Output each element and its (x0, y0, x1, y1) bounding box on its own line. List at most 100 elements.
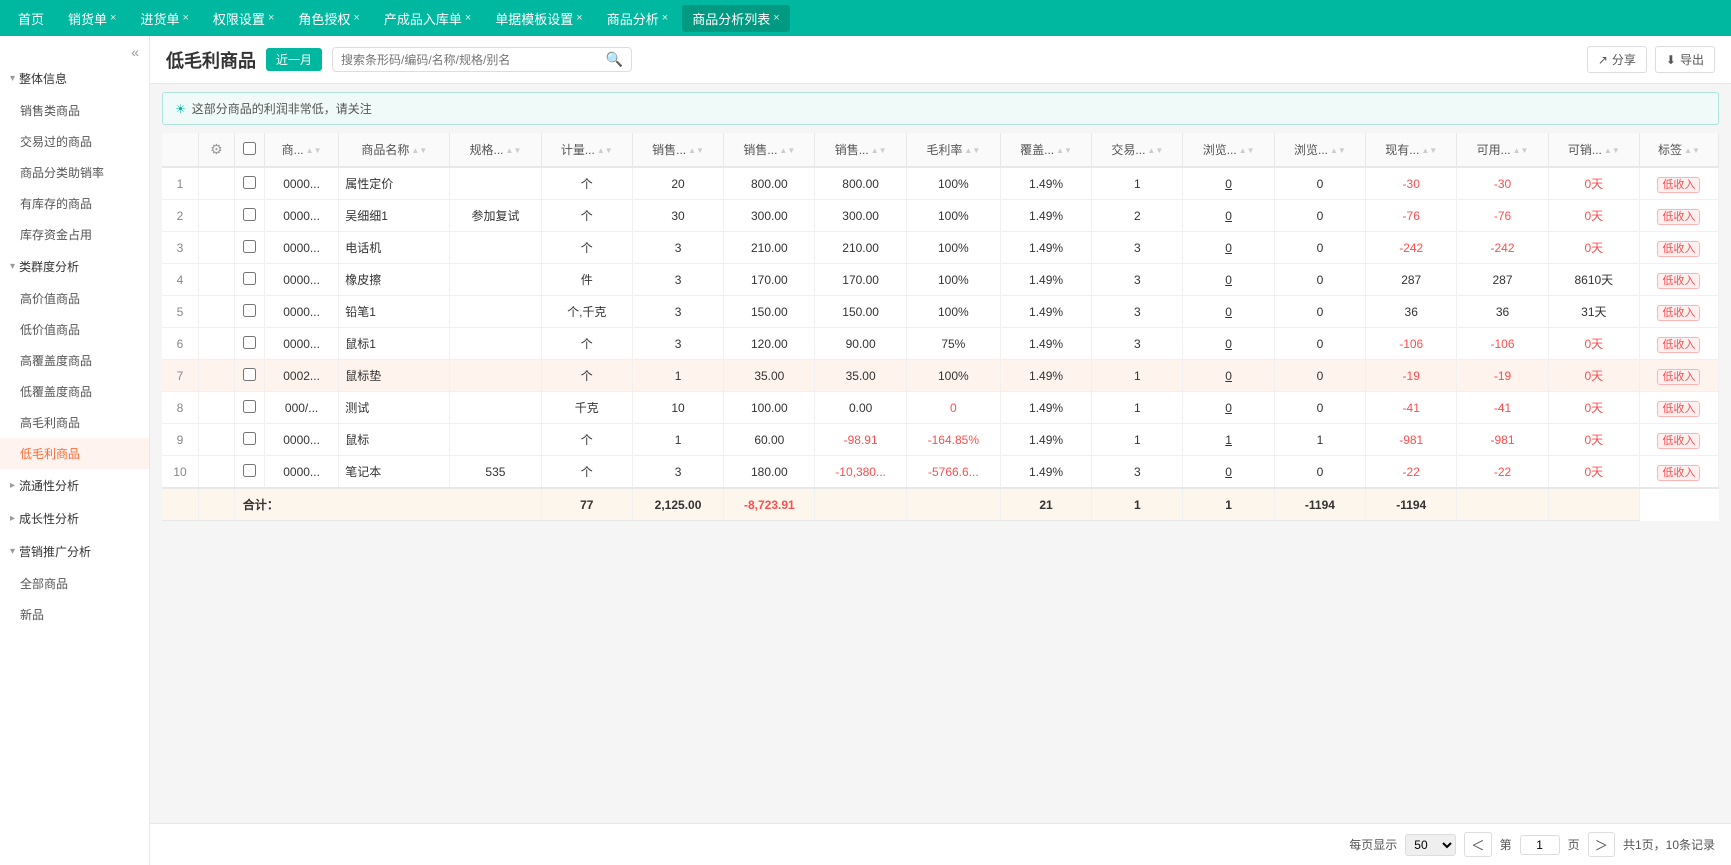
row-checkbox[interactable] (243, 176, 256, 189)
sidebar-item-category-rate[interactable]: 商品分类助销率 (0, 157, 149, 188)
cell-checkbox[interactable] (234, 232, 264, 264)
date-filter-button[interactable]: 近一月 (266, 48, 322, 71)
page-size-select[interactable]: 50 100 200 (1405, 834, 1456, 856)
sort-icon[interactable]: ▲▼ (306, 146, 322, 155)
nav-product-analysis[interactable]: 商品分析 × (597, 5, 678, 32)
sidebar-group-circulation[interactable]: ▸ 流通性分析 (0, 469, 149, 502)
browse1-link[interactable]: 0 (1225, 209, 1232, 223)
row-checkbox[interactable] (243, 464, 256, 477)
row-checkbox[interactable] (243, 368, 256, 381)
nav-close-icon[interactable]: × (182, 12, 188, 24)
sidebar-item-high-margin[interactable]: 高毛利商品 (0, 407, 149, 438)
col-current-stock[interactable]: 现有...▲▼ (1366, 133, 1457, 167)
export-button[interactable]: ⬇ 导出 (1655, 46, 1715, 73)
sidebar-item-high-coverage[interactable]: 高覆盖度商品 (0, 345, 149, 376)
cell-browse1[interactable]: 0 (1183, 200, 1274, 232)
col-saleable[interactable]: 可销...▲▼ (1548, 133, 1639, 167)
sort-icon[interactable]: ▲▼ (964, 146, 980, 155)
cell-browse1[interactable]: 0 (1183, 328, 1274, 360)
nav-close-icon[interactable]: × (268, 12, 274, 24)
sort-icon[interactable]: ▲▼ (871, 146, 887, 155)
nav-close-icon[interactable]: × (773, 12, 779, 24)
nav-permissions[interactable]: 权限设置 × (203, 5, 284, 32)
cell-checkbox[interactable] (234, 360, 264, 392)
cell-browse1[interactable]: 0 (1183, 456, 1274, 489)
select-all-checkbox[interactable] (243, 142, 256, 155)
cell-checkbox[interactable] (234, 264, 264, 296)
nav-role-auth[interactable]: 角色授权 × (288, 5, 369, 32)
nav-close-icon[interactable]: × (465, 12, 471, 24)
cell-checkbox[interactable] (234, 296, 264, 328)
sidebar-item-stock-capital[interactable]: 库存资金占用 (0, 219, 149, 250)
sort-icon[interactable]: ▲▼ (1330, 146, 1346, 155)
nav-purchase-order[interactable]: 进货单 × (130, 5, 198, 32)
sort-icon[interactable]: ▲▼ (1684, 146, 1700, 155)
sidebar-item-traded-products[interactable]: 交易过的商品 (0, 126, 149, 157)
col-available[interactable]: 可用...▲▼ (1457, 133, 1548, 167)
nav-close-icon[interactable]: × (353, 12, 359, 24)
share-button[interactable]: ↗ 分享 (1587, 46, 1647, 73)
search-input[interactable] (341, 53, 606, 67)
col-unit[interactable]: 计量...▲▼ (541, 133, 632, 167)
browse1-link[interactable]: 0 (1225, 305, 1232, 319)
sort-icon[interactable]: ▲▼ (1513, 146, 1529, 155)
col-checkbox[interactable] (234, 133, 264, 167)
sort-icon[interactable]: ▲▼ (1421, 146, 1437, 155)
cell-browse1[interactable]: 0 (1183, 392, 1274, 424)
cell-browse1[interactable]: 0 (1183, 232, 1274, 264)
col-settings[interactable]: ⚙ (198, 133, 234, 167)
browse1-link[interactable]: 0 (1225, 401, 1232, 415)
cell-checkbox[interactable] (234, 456, 264, 489)
cell-checkbox[interactable] (234, 392, 264, 424)
col-sales-qty[interactable]: 销售...▲▼ (632, 133, 723, 167)
sort-icon[interactable]: ▲▼ (1239, 146, 1255, 155)
cell-browse1[interactable]: 1 (1183, 424, 1274, 456)
nav-product-entry[interactable]: 产成品入库单 × (374, 5, 481, 32)
col-sales-profit[interactable]: 销售...▲▼ (815, 133, 906, 167)
search-icon[interactable]: 🔍 (606, 51, 623, 68)
browse1-link[interactable]: 0 (1225, 241, 1232, 255)
sort-icon[interactable]: ▲▼ (1147, 146, 1163, 155)
browse1-link[interactable]: 0 (1225, 369, 1232, 383)
col-browse1[interactable]: 浏览...▲▼ (1183, 133, 1274, 167)
col-gross-rate[interactable]: 毛利率▲▼ (906, 133, 1000, 167)
row-checkbox[interactable] (243, 240, 256, 253)
row-checkbox[interactable] (243, 336, 256, 349)
nav-sales-order[interactable]: 销货单 × (58, 5, 126, 32)
col-coverage[interactable]: 覆盖...▲▼ (1000, 133, 1091, 167)
col-browse2[interactable]: 浏览...▲▼ (1274, 133, 1365, 167)
row-checkbox[interactable] (243, 272, 256, 285)
sidebar-item-low-value[interactable]: 低价值商品 (0, 314, 149, 345)
sidebar-item-low-coverage[interactable]: 低覆盖度商品 (0, 376, 149, 407)
row-checkbox[interactable] (243, 432, 256, 445)
browse1-link[interactable]: 1 (1225, 433, 1232, 447)
cell-browse1[interactable]: 0 (1183, 296, 1274, 328)
row-checkbox[interactable] (243, 400, 256, 413)
data-table-container[interactable]: ⚙ 商...▲▼ 商品名称▲▼ 规格...▲▼ 计量...▲▼ 销售...▲▼ … (162, 133, 1719, 823)
sidebar-group-overall[interactable]: ▾ 整体信息 (0, 62, 149, 95)
sort-icon[interactable]: ▲▼ (597, 146, 613, 155)
cell-checkbox[interactable] (234, 200, 264, 232)
sidebar-item-all-products[interactable]: 全部商品 (0, 568, 149, 599)
row-checkbox[interactable] (243, 208, 256, 221)
col-code[interactable]: 商...▲▼ (264, 133, 338, 167)
nav-close-icon[interactable]: × (110, 12, 116, 24)
sidebar-item-sales-products[interactable]: 销售类商品 (0, 95, 149, 126)
sort-icon[interactable]: ▲▼ (506, 146, 522, 155)
sidebar-group-cluster[interactable]: ▾ 类群度分析 (0, 250, 149, 283)
settings-icon[interactable]: ⚙ (210, 141, 223, 157)
col-name[interactable]: 商品名称▲▼ (339, 133, 450, 167)
collapse-button[interactable]: « (127, 42, 143, 62)
col-transaction[interactable]: 交易...▲▼ (1092, 133, 1183, 167)
cell-browse1[interactable]: 0 (1183, 264, 1274, 296)
cell-browse1[interactable]: 0 (1183, 167, 1274, 200)
row-checkbox[interactable] (243, 304, 256, 317)
sort-icon[interactable]: ▲▼ (688, 146, 704, 155)
browse1-link[interactable]: 0 (1225, 177, 1232, 191)
sidebar-group-growth[interactable]: ▸ 成长性分析 (0, 502, 149, 535)
browse1-link[interactable]: 0 (1225, 337, 1232, 351)
nav-template-settings[interactable]: 单据模板设置 × (485, 5, 592, 32)
cell-checkbox[interactable] (234, 328, 264, 360)
cell-checkbox[interactable] (234, 424, 264, 456)
sidebar-item-low-margin[interactable]: 低毛利商品 (0, 438, 149, 469)
